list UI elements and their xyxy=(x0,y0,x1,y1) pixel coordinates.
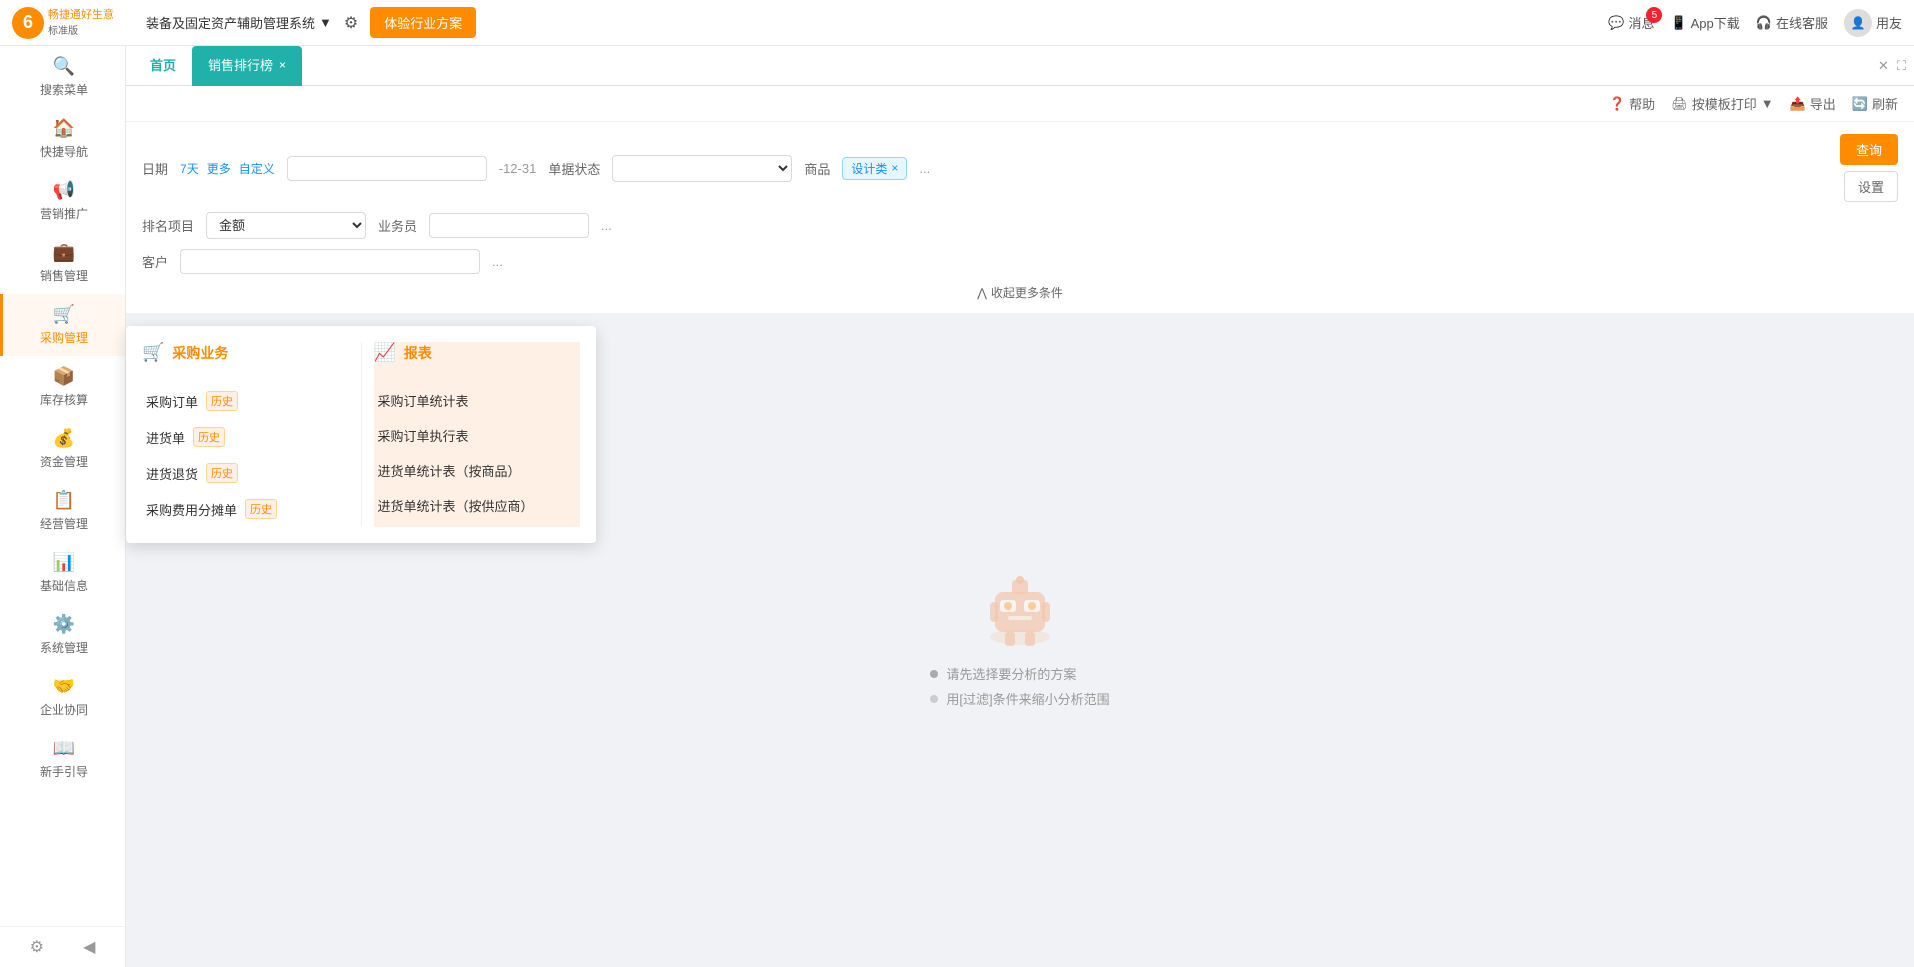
logo-icon: 6 xyxy=(12,7,44,39)
menu-item-incoming[interactable]: 进货单 历史 xyxy=(142,419,349,455)
purchase-section-title: 🛒 采购业务 xyxy=(142,342,349,371)
logo-badge: 标准版 xyxy=(48,22,114,37)
report-section-label: 报表 xyxy=(404,343,432,363)
dropdown-menu: 🛒 采购业务 采购订单 历史 进货单 历史 进货退货 历史 采购费用分摊单 xyxy=(126,326,596,543)
incoming-history-badge: 历史 xyxy=(193,427,225,447)
menu-item-purchase-order[interactable]: 采购订单 历史 xyxy=(142,383,349,419)
report-section-icon: 📈 xyxy=(374,342,396,363)
menu-item-returns[interactable]: 进货退货 历史 xyxy=(142,455,349,491)
notification-badge: 5 xyxy=(1646,7,1662,23)
menu-item-purchase-order-stats-label: 采购订单统计表 xyxy=(378,391,469,410)
logo-text: 畅捷通好生意 xyxy=(48,8,114,22)
menu-item-purchase-order-label: 采购订单 xyxy=(146,392,198,411)
menu-divider xyxy=(361,342,362,527)
top-bar: 6 畅捷通好生意 标准版 装备及固定资产辅助管理系统 ▼ ⚙ 体验行业方案 💬 … xyxy=(0,0,1914,46)
report-section-title: 📈 报表 xyxy=(374,342,581,371)
purchase-section-label: 采购业务 xyxy=(172,343,228,363)
menu-item-purchase-order-exec-label: 采购订单执行表 xyxy=(378,426,469,445)
menu-item-purchase-order-stats[interactable]: 采购订单统计表 xyxy=(374,383,581,418)
user-item[interactable]: 👤 用友 xyxy=(1844,9,1902,37)
top-bar-right: 💬 消息 5 📱 App下载 🎧 在线客服 👤 用友 xyxy=(1608,9,1902,37)
message-item[interactable]: 💬 消息 5 xyxy=(1608,13,1654,32)
settings-gear-icon[interactable]: ⚙ xyxy=(344,13,358,33)
menu-item-incoming-stats-supplier-label: 进货单统计表（按供应商） xyxy=(378,496,534,515)
logo-area: 6 畅捷通好生意 标准版 xyxy=(12,7,138,39)
purchase-menu-section: 🛒 采购业务 采购订单 历史 进货单 历史 进货退货 历史 采购费用分摊单 xyxy=(142,342,349,527)
menu-item-incoming-stats-product-label: 进货单统计表（按商品） xyxy=(378,461,521,480)
app-layout: 6 畅捷通好生意 标准版 装备及固定资产辅助管理系统 ▼ ⚙ 体验行业方案 💬 … xyxy=(0,0,1914,967)
user-avatar: 👤 xyxy=(1844,9,1872,37)
purchase-section-icon: 🛒 xyxy=(142,342,164,363)
online-service-item[interactable]: 🎧 在线客服 xyxy=(1756,13,1828,32)
online-service-label: 在线客服 xyxy=(1776,13,1828,32)
phone-icon: 📱 xyxy=(1670,15,1686,31)
menu-item-purchase-order-exec[interactable]: 采购订单执行表 xyxy=(374,418,581,453)
purchase-order-history-badge: 历史 xyxy=(206,391,238,411)
returns-history-badge: 历史 xyxy=(206,463,238,483)
headset-icon: 🎧 xyxy=(1756,15,1772,31)
system-title[interactable]: 装备及固定资产辅助管理系统 ▼ xyxy=(146,13,336,32)
menu-item-purchase-expense-label: 采购费用分摊单 xyxy=(146,500,237,519)
app-download-item[interactable]: 📱 App下载 xyxy=(1670,13,1739,32)
user-label: 用友 xyxy=(1876,13,1902,32)
industry-btn[interactable]: 体验行业方案 xyxy=(370,7,476,38)
dropdown-overlay: 🛒 采购业务 采购订单 历史 进货单 历史 进货退货 历史 采购费用分摊单 xyxy=(0,46,1914,967)
system-dropdown-icon: ▼ xyxy=(319,15,332,30)
system-title-text: 装备及固定资产辅助管理系统 xyxy=(146,13,315,32)
menu-item-returns-label: 进货退货 xyxy=(146,464,198,483)
menu-item-incoming-stats-product[interactable]: 进货单统计表（按商品） xyxy=(374,453,581,488)
app-download-label: App下载 xyxy=(1691,13,1740,32)
message-icon: 💬 xyxy=(1608,15,1624,31)
menu-item-incoming-stats-supplier[interactable]: 进货单统计表（按供应商） xyxy=(374,488,581,523)
menu-item-incoming-label: 进货单 xyxy=(146,428,185,447)
menu-item-purchase-expense[interactable]: 采购费用分摊单 历史 xyxy=(142,491,349,527)
purchase-expense-history-badge: 历史 xyxy=(245,499,277,519)
report-menu-section: 📈 报表 采购订单统计表 采购订单执行表 进货单统计表（按商品） 进货单统计表（… xyxy=(374,342,581,527)
